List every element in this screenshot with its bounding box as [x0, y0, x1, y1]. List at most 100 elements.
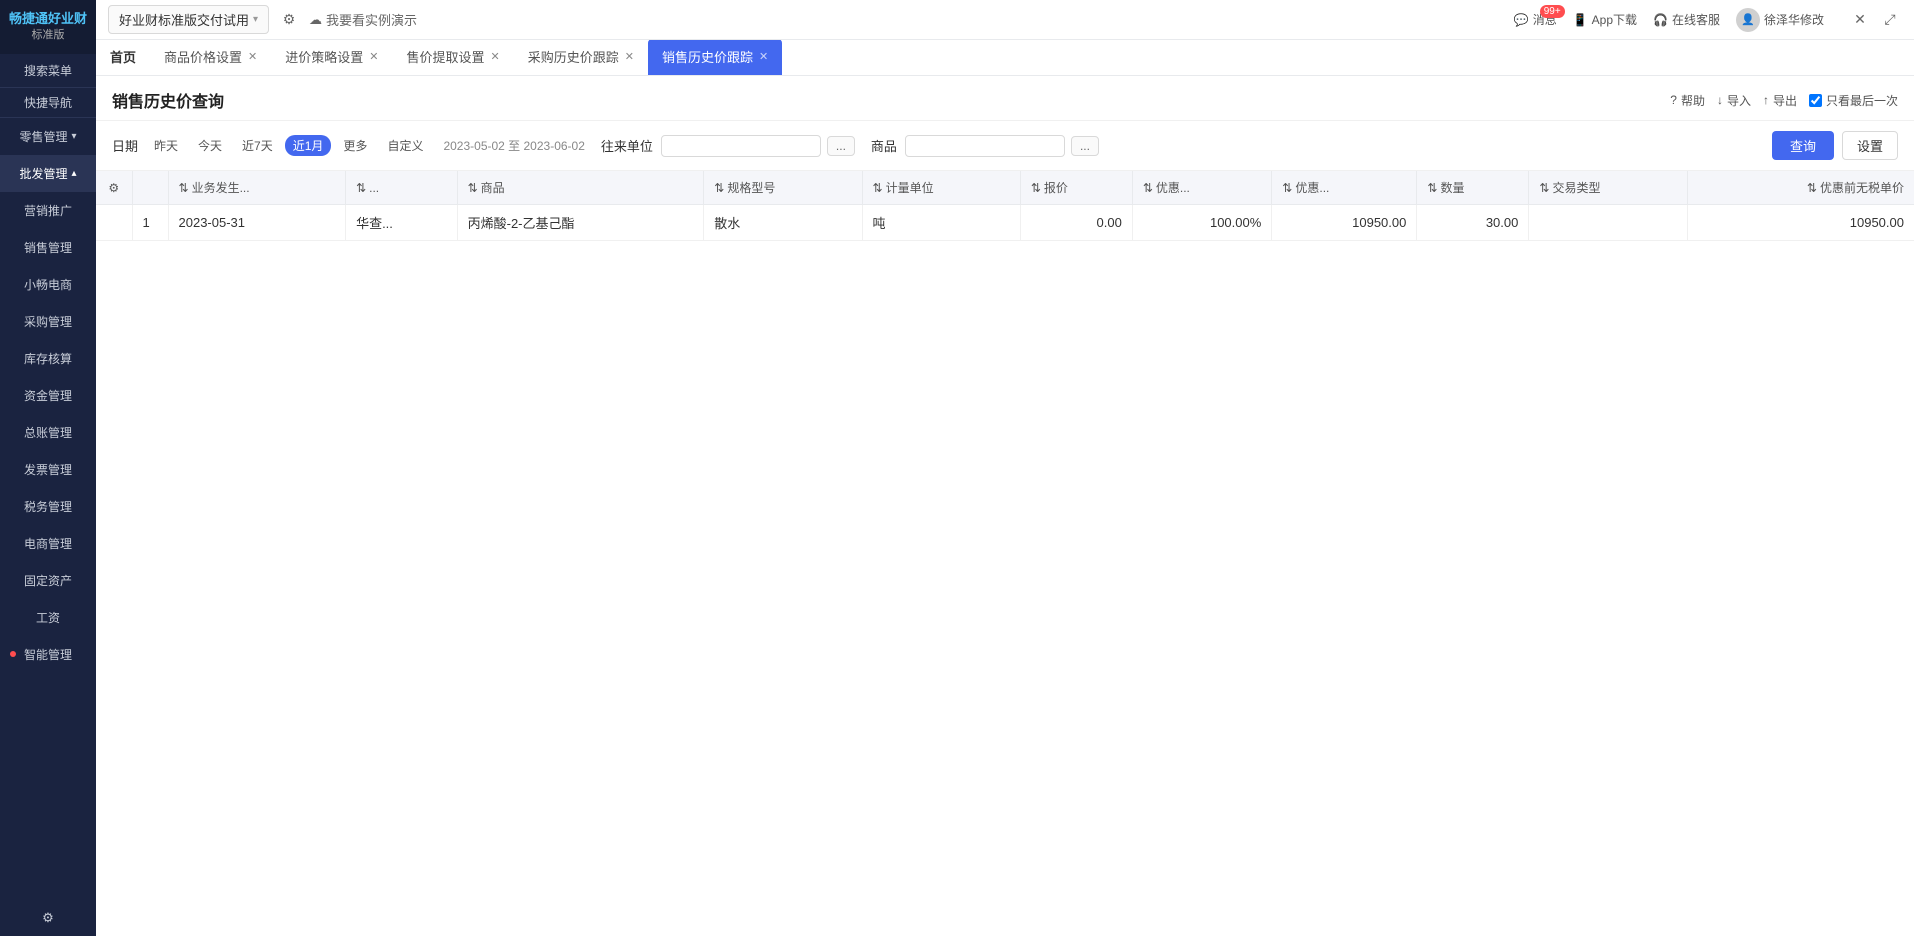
demo-button[interactable]: ☁ 我要看实例演示 — [309, 10, 417, 29]
user-menu[interactable]: 👤 徐泽华修改 — [1736, 8, 1824, 32]
th-pre-tax-price[interactable]: ⇅ 优惠前无税单价 — [1687, 171, 1914, 205]
th-label: ... — [369, 181, 379, 195]
th-label: 交易类型 — [1552, 179, 1600, 196]
product-input[interactable] — [905, 135, 1065, 157]
tab-sales-history[interactable]: 销售历史价跟踪 ✕ — [648, 40, 782, 75]
tab-label: 售价提取设置 — [406, 47, 484, 66]
export-button[interactable]: ↑ 导出 — [1763, 92, 1797, 109]
maximize-button[interactable]: ⤢ — [1878, 8, 1902, 32]
last-only-checkbox-label[interactable]: 只看最后一次 — [1809, 92, 1898, 109]
import-button[interactable]: ↓ 导入 — [1717, 92, 1751, 109]
sidebar-item-ecommerce[interactable]: 电商管理 — [0, 525, 96, 562]
th-label: 数量 — [1440, 179, 1464, 196]
th-price[interactable]: ⇅ 报价 — [1020, 171, 1132, 205]
th-business-date[interactable]: ⇅ 业务发生... — [168, 171, 346, 205]
sidebar-settings-button[interactable]: ⚙ — [0, 900, 96, 936]
tab-close-icon[interactable]: ✕ — [625, 50, 634, 63]
th-unit[interactable]: ⇅ 计量单位 — [862, 171, 1020, 205]
online-service-button[interactable]: 🎧 在线客服 — [1653, 11, 1720, 28]
close-button[interactable]: ✕ — [1848, 8, 1872, 32]
page-title: 销售历史价查询 — [112, 88, 224, 112]
sort-icon: ⇅ — [356, 181, 366, 195]
th-label: 优惠... — [1295, 179, 1329, 196]
sidebar-item-inventory[interactable]: 库存核算 — [0, 340, 96, 377]
import-icon: ↓ — [1717, 93, 1723, 107]
sidebar-item-marketing[interactable]: 营销推广 — [0, 192, 96, 229]
sidebar-item-ecommerce-small[interactable]: 小畅电商 — [0, 266, 96, 303]
sidebar-item-label: 智能管理 — [24, 646, 72, 663]
sidebar-item-label: 税务管理 — [24, 498, 72, 515]
supplier-ellipsis-button[interactable]: ... — [827, 136, 855, 156]
sidebar-search[interactable]: 搜索菜单 — [0, 54, 96, 88]
cell-discount2: 10950.00 — [1272, 205, 1417, 241]
sidebar: 畅捷通好业财 标准版 搜索菜单 快捷导航 零售管理 ▾ 批发管理 ▴ 营销推广 … — [0, 0, 96, 936]
th-spec[interactable]: ⇅ 规格型号 — [704, 171, 862, 205]
th-product[interactable]: ⇅ 商品 — [457, 171, 704, 205]
date-option-last7days[interactable]: 近7天 — [234, 135, 281, 156]
sidebar-item-label: 库存核算 — [24, 350, 72, 367]
filter-settings-button[interactable]: 设置 — [1842, 131, 1898, 160]
sidebar-item-sales[interactable]: 销售管理 — [0, 229, 96, 266]
th-settings[interactable]: ⚙ — [96, 171, 132, 205]
sidebar-item-label: 工资 — [36, 609, 60, 626]
page-actions: ? 帮助 ↓ 导入 ↑ 导出 只看最后一次 — [1670, 92, 1898, 109]
th-more[interactable]: ⇅ ... — [346, 171, 458, 205]
tab-close-icon[interactable]: ✕ — [759, 50, 768, 63]
sidebar-item-ledger[interactable]: 总账管理 — [0, 414, 96, 451]
tab-price-extract[interactable]: 售价提取设置 ✕ — [392, 40, 513, 75]
th-label: 报价 — [1044, 179, 1068, 196]
cell-seq: 1 — [132, 205, 168, 241]
date-option-last1month[interactable]: 近1月 — [285, 135, 332, 156]
product-ellipsis-button[interactable]: ... — [1071, 136, 1099, 156]
app-download-button[interactable]: 📱 App下载 — [1573, 11, 1637, 28]
sidebar-item-tax[interactable]: 税务管理 — [0, 488, 96, 525]
sidebar-item-purchase[interactable]: 采购管理 — [0, 303, 96, 340]
th-quantity[interactable]: ⇅ 数量 — [1417, 171, 1529, 205]
avatar: 👤 — [1736, 8, 1760, 32]
message-button[interactable]: 💬 消息 99+ — [1514, 11, 1557, 28]
sort-icon: ⇅ — [1539, 181, 1549, 195]
sidebar-item-wholesale[interactable]: 批发管理 ▴ — [0, 155, 96, 192]
tab-close-icon[interactable]: ✕ — [491, 50, 500, 63]
tabbar: 首页 商品价格设置 ✕ 进价策略设置 ✕ 售价提取设置 ✕ 采购历史价跟踪 ✕ … — [96, 40, 1914, 76]
supplier-input[interactable] — [661, 135, 821, 157]
chevron-down-icon: ▾ — [71, 131, 76, 142]
sidebar-quick-nav[interactable]: 快捷导航 — [0, 88, 96, 118]
sidebar-item-finance[interactable]: 资金管理 — [0, 377, 96, 414]
query-button[interactable]: 查询 — [1772, 131, 1834, 160]
tab-purchase-history[interactable]: 采购历史价跟踪 ✕ — [514, 40, 648, 75]
sidebar-item-invoice[interactable]: 发票管理 — [0, 451, 96, 488]
tab-close-icon[interactable]: ✕ — [369, 50, 378, 63]
sidebar-logo: 畅捷通好业财 标准版 — [0, 0, 96, 54]
sidebar-item-assets[interactable]: 固定资产 — [0, 562, 96, 599]
tab-purchase-strategy[interactable]: 进价策略设置 ✕ — [271, 40, 392, 75]
last-only-checkbox[interactable] — [1809, 94, 1822, 107]
tab-close-icon[interactable]: ✕ — [248, 50, 257, 63]
th-discount1[interactable]: ⇅ 优惠... — [1132, 171, 1271, 205]
th-discount2[interactable]: ⇅ 优惠... — [1272, 171, 1417, 205]
th-label: 规格型号 — [727, 179, 775, 196]
topbar-settings-button[interactable]: ⚙ — [275, 6, 303, 34]
tab-home[interactable]: 首页 — [96, 40, 150, 75]
tab-price-config[interactable]: 商品价格设置 ✕ — [150, 40, 271, 75]
table-row: 1 2023-05-31 华查... 丙烯酸-2-乙基己酯 散水 吨 0.00 … — [96, 205, 1914, 241]
sidebar-item-smart[interactable]: 智能管理 — [0, 636, 96, 673]
main-area: 好业财标准版交付试用 ▾ ⚙ ☁ 我要看实例演示 💬 消息 99+ 📱 App下… — [96, 0, 1914, 936]
date-option-yesterday[interactable]: 昨天 — [146, 135, 186, 156]
sort-icon: ⇅ — [1282, 181, 1292, 195]
app-selector[interactable]: 好业财标准版交付试用 ▾ — [108, 5, 269, 34]
cell-spec: 散水 — [704, 205, 862, 241]
date-option-today[interactable]: 今天 — [190, 135, 230, 156]
help-button[interactable]: ? 帮助 — [1670, 92, 1705, 109]
sidebar-item-retail[interactable]: 零售管理 ▾ — [0, 118, 96, 155]
chevron-up-icon: ▴ — [71, 168, 76, 179]
th-transaction-type[interactable]: ⇅ 交易类型 — [1529, 171, 1687, 205]
table-header-row: ⚙ ⇅ 业务发生... ⇅ ... — [96, 171, 1914, 205]
date-option-more[interactable]: 更多 — [335, 135, 375, 156]
import-label: 导入 — [1727, 92, 1751, 109]
table-body: 1 2023-05-31 华查... 丙烯酸-2-乙基己酯 散水 吨 0.00 … — [96, 205, 1914, 241]
cell-business-date: 2023-05-31 — [168, 205, 346, 241]
app-name: 好业财标准版交付试用 — [119, 10, 249, 29]
date-option-custom[interactable]: 自定义 — [379, 135, 431, 156]
sidebar-item-salary[interactable]: 工资 — [0, 599, 96, 636]
